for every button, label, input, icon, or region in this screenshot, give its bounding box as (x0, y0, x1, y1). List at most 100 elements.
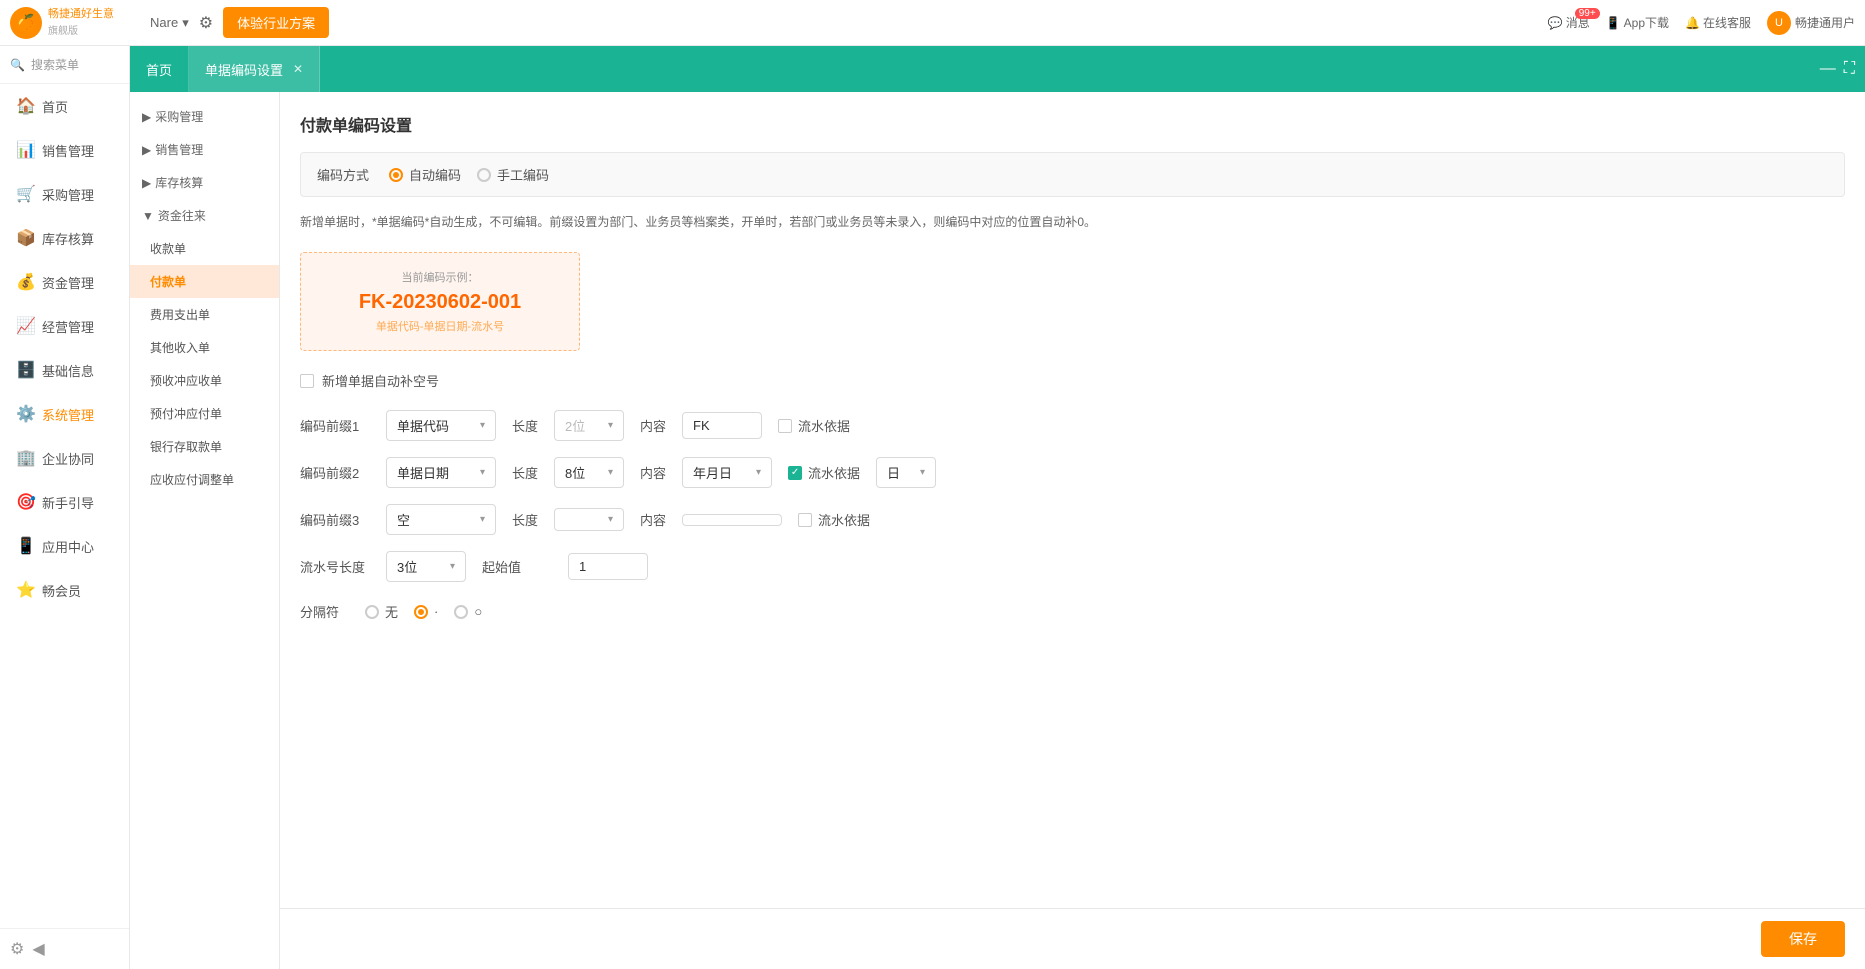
tab-serial-settings[interactable]: 单据编码设置 ✕ (189, 46, 320, 92)
manual-code-radio[interactable]: 手工编码 (477, 165, 549, 184)
trial-button[interactable]: 体验行业方案 (223, 7, 329, 38)
user-avatar[interactable]: U 畅捷通用户 (1767, 11, 1855, 35)
stream3-label: 流水依据 (818, 510, 870, 529)
operations-icon: 📈 (16, 316, 34, 336)
sep-none-radio[interactable]: 无 (365, 602, 398, 621)
secondary-sidebar: ▶ 采购管理 ▶ 销售管理 ▶ 库存核算 ▼ 资金往来 收款单 付款单 费用支出… (130, 92, 280, 969)
company-name: Nare (150, 15, 178, 30)
newguide-icon: 🎯 (16, 492, 34, 512)
stream1-checkbox[interactable]: 流水依据 (778, 416, 850, 435)
content2-select[interactable]: 年月日 ▾ (682, 457, 772, 488)
prefix3-value: 空 (397, 510, 410, 529)
stream1-box (778, 419, 792, 433)
sidebar-label-home: 首页 (42, 97, 68, 116)
prefix3-select[interactable]: 空 ▾ (386, 504, 496, 535)
collapse-icon[interactable]: ◀ (32, 939, 44, 959)
sidebar-item-inventory[interactable]: 📦 库存核算 (0, 216, 129, 260)
sidebar-item-member[interactable]: ⭐ 畅会员 (0, 568, 129, 612)
tab-minimize-icon[interactable]: — (1820, 60, 1836, 78)
tab-maximize-icon[interactable]: ⛶ (1844, 60, 1855, 78)
content-area: 首页 单据编码设置 ✕ — ⛶ ▶ 采购管理 ▶ 销售管理 (130, 46, 1865, 969)
avatar-icon: U (1767, 11, 1791, 35)
company-dropdown[interactable]: Nare ▾ (150, 15, 189, 31)
sec-group-inventory[interactable]: ▶ 库存核算 (130, 166, 279, 199)
length2-select[interactable]: 8位 ▾ (554, 457, 624, 488)
stream3-box (798, 513, 812, 527)
content-with-sidebar: ▶ 采购管理 ▶ 销售管理 ▶ 库存核算 ▼ 资金往来 收款单 付款单 费用支出… (130, 92, 1865, 969)
separator-row: 分隔符 无 · ○ (300, 602, 1845, 621)
period2-arrow-icon: ▾ (920, 467, 925, 478)
sidebar-label-member: 畅会员 (42, 581, 81, 600)
online-service-button[interactable]: 🔔 在线客服 (1685, 14, 1751, 31)
sec-item-receipt[interactable]: 收款单 (130, 232, 279, 265)
arrow-down-icon: ▼ (142, 209, 154, 223)
arrow-right-icon2: ▶ (142, 143, 151, 157)
stream3-checkbox[interactable]: 流水依据 (798, 510, 870, 529)
sec-group-finance[interactable]: ▼ 资金往来 (130, 199, 279, 232)
sidebar-label-sales: 销售管理 (42, 141, 94, 160)
auto-code-radio[interactable]: 自动编码 (389, 165, 461, 184)
app-download-button[interactable]: 📱 App下载 (1606, 14, 1669, 31)
sec-item-other-income[interactable]: 其他收入单 (130, 331, 279, 364)
sidebar-item-company[interactable]: 🏢 企业协同 (0, 436, 129, 480)
save-button[interactable]: 保存 (1761, 921, 1845, 957)
sec-group-purchase[interactable]: ▶ 采购管理 (130, 100, 279, 133)
member-icon: ⭐ (16, 580, 34, 600)
sec-item-payment[interactable]: 付款单 (130, 265, 279, 298)
top-header: 🍊 畅捷通好生意 旗舰版 Nare ▾ ⚙ 体验行业方案 💬 消息 99+ 📱 … (0, 0, 1865, 46)
sidebar-item-sales[interactable]: 📊 销售管理 (0, 128, 129, 172)
prefix1-select[interactable]: 单据代码 ▾ (386, 410, 496, 441)
sep-none-dot (365, 605, 379, 619)
sec-item-bank[interactable]: 银行存取款单 (130, 430, 279, 463)
settings-bottom-icon[interactable]: ⚙ (10, 939, 24, 959)
sep-none-label: 无 (385, 602, 398, 621)
length1-arrow-icon: ▾ (608, 420, 613, 431)
main-layout: 🔍 搜索菜单 🏠 首页 📊 销售管理 🛒 采购管理 📦 库存核算 💰 资金管理 … (0, 46, 1865, 969)
sep-dot-label: · (434, 604, 438, 619)
home-icon: 🏠 (16, 96, 34, 116)
auto-fill-label: 新增单据自动补空号 (322, 371, 439, 390)
sidebar-item-operations[interactable]: 📈 经营管理 (0, 304, 129, 348)
auto-fill-checkbox[interactable] (300, 374, 314, 388)
code-preview: 当前编码示例： FK-20230602-001 单据代码-单据日期-流水号 (300, 252, 580, 351)
sales-icon: 📊 (16, 140, 34, 160)
prefix1-arrow-icon: ▾ (480, 420, 485, 431)
user-name: 畅捷通用户 (1795, 14, 1855, 31)
length1-select[interactable]: 2位 ▾ (554, 410, 624, 441)
serial-row: 流水号长度 3位 ▾ 起始值 1 (300, 551, 1845, 582)
serial-length-select[interactable]: 3位 ▾ (386, 551, 466, 582)
sec-item-prepay-ar[interactable]: 预收冲应收单 (130, 364, 279, 397)
sep-circle-radio[interactable]: ○ (454, 604, 482, 619)
prefix2-select[interactable]: 单据日期 ▾ (386, 457, 496, 488)
sep-dot-radio[interactable]: · (414, 604, 438, 619)
sec-item-expense[interactable]: 费用支出单 (130, 298, 279, 331)
sidebar-item-finance[interactable]: 💰 资金管理 (0, 260, 129, 304)
sidebar-item-basic[interactable]: 🗄️ 基础信息 (0, 348, 129, 392)
sec-group-sales[interactable]: ▶ 销售管理 (130, 133, 279, 166)
code-preview-label: 当前编码示例： (325, 269, 555, 285)
auto-code-label: 自动编码 (409, 165, 461, 184)
tab-home[interactable]: 首页 (130, 46, 189, 92)
sidebar-search[interactable]: 🔍 搜索菜单 (0, 46, 129, 84)
sidebar-item-newguide[interactable]: 🎯 新手引导 (0, 480, 129, 524)
settings-icon[interactable]: ⚙ (199, 13, 213, 33)
logo-icon: 🍊 (10, 7, 42, 39)
tab-serial-label: 单据编码设置 (205, 60, 283, 79)
stream2-checkbox[interactable]: ✓ 流水依据 (788, 463, 860, 482)
content3-label: 内容 (640, 510, 666, 529)
sidebar-item-appcenter[interactable]: 📱 应用中心 (0, 524, 129, 568)
tab-bar: 首页 单据编码设置 ✕ — ⛶ (130, 46, 1865, 92)
sec-item-adjust[interactable]: 应收应付调整单 (130, 463, 279, 496)
start-value-input[interactable]: 1 (568, 553, 648, 580)
length3-select[interactable]: ▾ (554, 508, 624, 531)
sidebar: 🔍 搜索菜单 🏠 首页 📊 销售管理 🛒 采购管理 📦 库存核算 💰 资金管理 … (0, 46, 130, 969)
tab-close-icon[interactable]: ✕ (293, 62, 303, 76)
period2-select[interactable]: 日 ▾ (876, 457, 936, 488)
content3-value (682, 514, 782, 526)
message-button[interactable]: 💬 消息 99+ (1548, 14, 1590, 31)
online-service-label: 在线客服 (1703, 14, 1751, 31)
sidebar-item-system[interactable]: ⚙️ 系统管理 (0, 392, 129, 436)
sidebar-item-purchase[interactable]: 🛒 采购管理 (0, 172, 129, 216)
sec-item-prepay-ap[interactable]: 预付冲应付单 (130, 397, 279, 430)
sidebar-item-home[interactable]: 🏠 首页 (0, 84, 129, 128)
